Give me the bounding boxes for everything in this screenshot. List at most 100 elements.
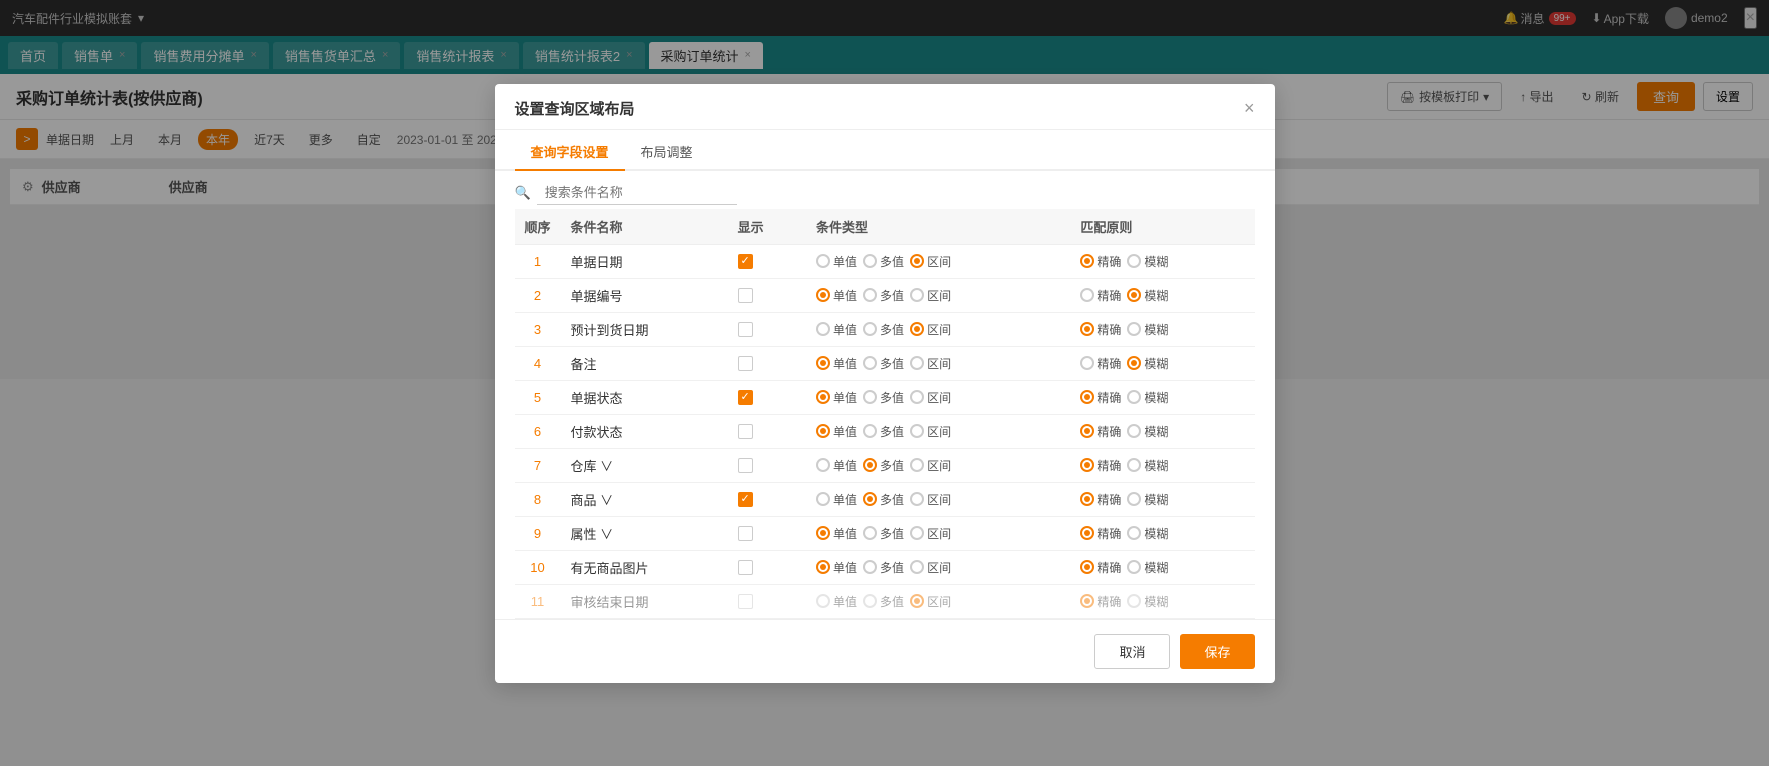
match-radio-item[interactable]: 精确 [1080, 423, 1121, 440]
type-radio-item[interactable]: 区间 [910, 525, 951, 542]
type-radio-item[interactable]: 区间 [910, 321, 951, 338]
search-icon: 🔍 [515, 185, 531, 201]
type-radio-item[interactable]: 多值 [863, 559, 904, 576]
radio-label: 精确 [1097, 525, 1121, 542]
type-radio-item[interactable]: 多值 [863, 321, 904, 338]
row-display[interactable] [728, 448, 806, 482]
type-radio-item[interactable]: 多值 [863, 287, 904, 304]
radio-circle [863, 560, 877, 574]
type-radio-item[interactable]: 多值 [863, 389, 904, 406]
cancel-button[interactable]: 取消 [1094, 634, 1170, 669]
match-radio-item[interactable]: 模糊 [1127, 593, 1168, 610]
match-radio-item[interactable]: 模糊 [1127, 457, 1168, 474]
type-radio-item[interactable]: 区间 [910, 491, 951, 508]
match-radio-item[interactable]: 模糊 [1127, 389, 1168, 406]
radio-circle [863, 390, 877, 404]
type-radio-item[interactable]: 多值 [863, 253, 904, 270]
display-checkbox[interactable] [738, 526, 753, 541]
row-display[interactable] [728, 312, 806, 346]
radio-circle [816, 288, 830, 302]
match-radio-item[interactable]: 模糊 [1127, 525, 1168, 542]
type-radio-item[interactable]: 区间 [910, 457, 951, 474]
row-display[interactable] [728, 380, 806, 414]
type-radio-item[interactable]: 区间 [910, 355, 951, 372]
radio-circle [1127, 390, 1141, 404]
match-radio-item[interactable]: 精确 [1080, 389, 1121, 406]
type-radio-item[interactable]: 单值 [816, 321, 857, 338]
table-row: 6付款状态单值多值区间精确模糊 [515, 414, 1255, 448]
save-button[interactable]: 保存 [1180, 634, 1254, 669]
match-radio-item[interactable]: 精确 [1080, 253, 1121, 270]
radio-circle [1127, 526, 1141, 540]
row-display[interactable] [728, 414, 806, 448]
row-display[interactable] [728, 584, 806, 618]
type-radio-item[interactable]: 单值 [816, 457, 857, 474]
type-radio-item[interactable]: 单值 [816, 593, 857, 610]
display-checkbox[interactable] [738, 390, 753, 405]
type-radio-item[interactable]: 单值 [816, 389, 857, 406]
match-radio-item[interactable]: 精确 [1080, 287, 1121, 304]
dialog-tab-fields[interactable]: 查询字段设置 [515, 134, 625, 171]
display-checkbox[interactable] [738, 560, 753, 575]
match-radio-item[interactable]: 模糊 [1127, 253, 1168, 270]
type-radio-item[interactable]: 多值 [863, 423, 904, 440]
match-radio-item[interactable]: 模糊 [1127, 287, 1168, 304]
type-radio-item[interactable]: 区间 [910, 287, 951, 304]
type-radio-item[interactable]: 多值 [863, 457, 904, 474]
row-type: 单值多值区间 [806, 516, 1070, 550]
row-display[interactable] [728, 244, 806, 278]
type-radio-item[interactable]: 多值 [863, 491, 904, 508]
type-radio-item[interactable]: 单值 [816, 253, 857, 270]
type-radio-item[interactable]: 单值 [816, 287, 857, 304]
match-radio-item[interactable]: 模糊 [1127, 559, 1168, 576]
dialog-close-button[interactable]: × [1244, 98, 1255, 119]
type-radio-item[interactable]: 单值 [816, 559, 857, 576]
type-radio-item[interactable]: 单值 [816, 491, 857, 508]
display-checkbox[interactable] [738, 492, 753, 507]
match-radio-item[interactable]: 模糊 [1127, 423, 1168, 440]
type-radio-item[interactable]: 单值 [816, 355, 857, 372]
row-display[interactable] [728, 346, 806, 380]
type-radio-item[interactable]: 区间 [910, 253, 951, 270]
radio-label: 区间 [927, 287, 951, 304]
display-checkbox[interactable] [738, 594, 753, 609]
radio-label: 多值 [880, 321, 904, 338]
type-radio-item[interactable]: 多值 [863, 355, 904, 372]
type-radio-item[interactable]: 多值 [863, 593, 904, 610]
display-checkbox[interactable] [738, 322, 753, 337]
dialog-tab-layout[interactable]: 布局调整 [625, 134, 709, 171]
match-radio-item[interactable]: 精确 [1080, 457, 1121, 474]
match-radio-item[interactable]: 模糊 [1127, 491, 1168, 508]
match-radio-item[interactable]: 精确 [1080, 321, 1121, 338]
match-radio-item[interactable]: 精确 [1080, 525, 1121, 542]
match-radio-item[interactable]: 模糊 [1127, 321, 1168, 338]
row-display[interactable] [728, 516, 806, 550]
match-radio-item[interactable]: 精确 [1080, 491, 1121, 508]
type-radio-item[interactable]: 单值 [816, 423, 857, 440]
row-display[interactable] [728, 550, 806, 584]
display-checkbox[interactable] [738, 458, 753, 473]
type-radio-item[interactable]: 多值 [863, 525, 904, 542]
row-display[interactable] [728, 278, 806, 312]
radio-label: 多值 [880, 491, 904, 508]
radio-label: 单值 [833, 593, 857, 610]
type-radio-item[interactable]: 区间 [910, 559, 951, 576]
type-radio-item[interactable]: 单值 [816, 525, 857, 542]
match-radio-item[interactable]: 精确 [1080, 355, 1121, 372]
type-radio-item[interactable]: 区间 [910, 593, 951, 610]
row-type: 单值多值 区间 [806, 278, 1070, 312]
display-checkbox[interactable] [738, 288, 753, 303]
radio-label: 多值 [880, 457, 904, 474]
search-input[interactable] [537, 181, 737, 205]
display-checkbox[interactable] [738, 356, 753, 371]
display-checkbox[interactable] [738, 254, 753, 269]
row-display[interactable] [728, 482, 806, 516]
match-radio-item[interactable]: 精确 [1080, 593, 1121, 610]
match-radio-item[interactable]: 模糊 [1127, 355, 1168, 372]
dialog-tabs: 查询字段设置 布局调整 [495, 134, 1275, 171]
display-checkbox[interactable] [738, 424, 753, 439]
type-radio-item[interactable]: 区间 [910, 423, 951, 440]
radio-label: 区间 [927, 491, 951, 508]
type-radio-item[interactable]: 区间 [910, 389, 951, 406]
match-radio-item[interactable]: 精确 [1080, 559, 1121, 576]
